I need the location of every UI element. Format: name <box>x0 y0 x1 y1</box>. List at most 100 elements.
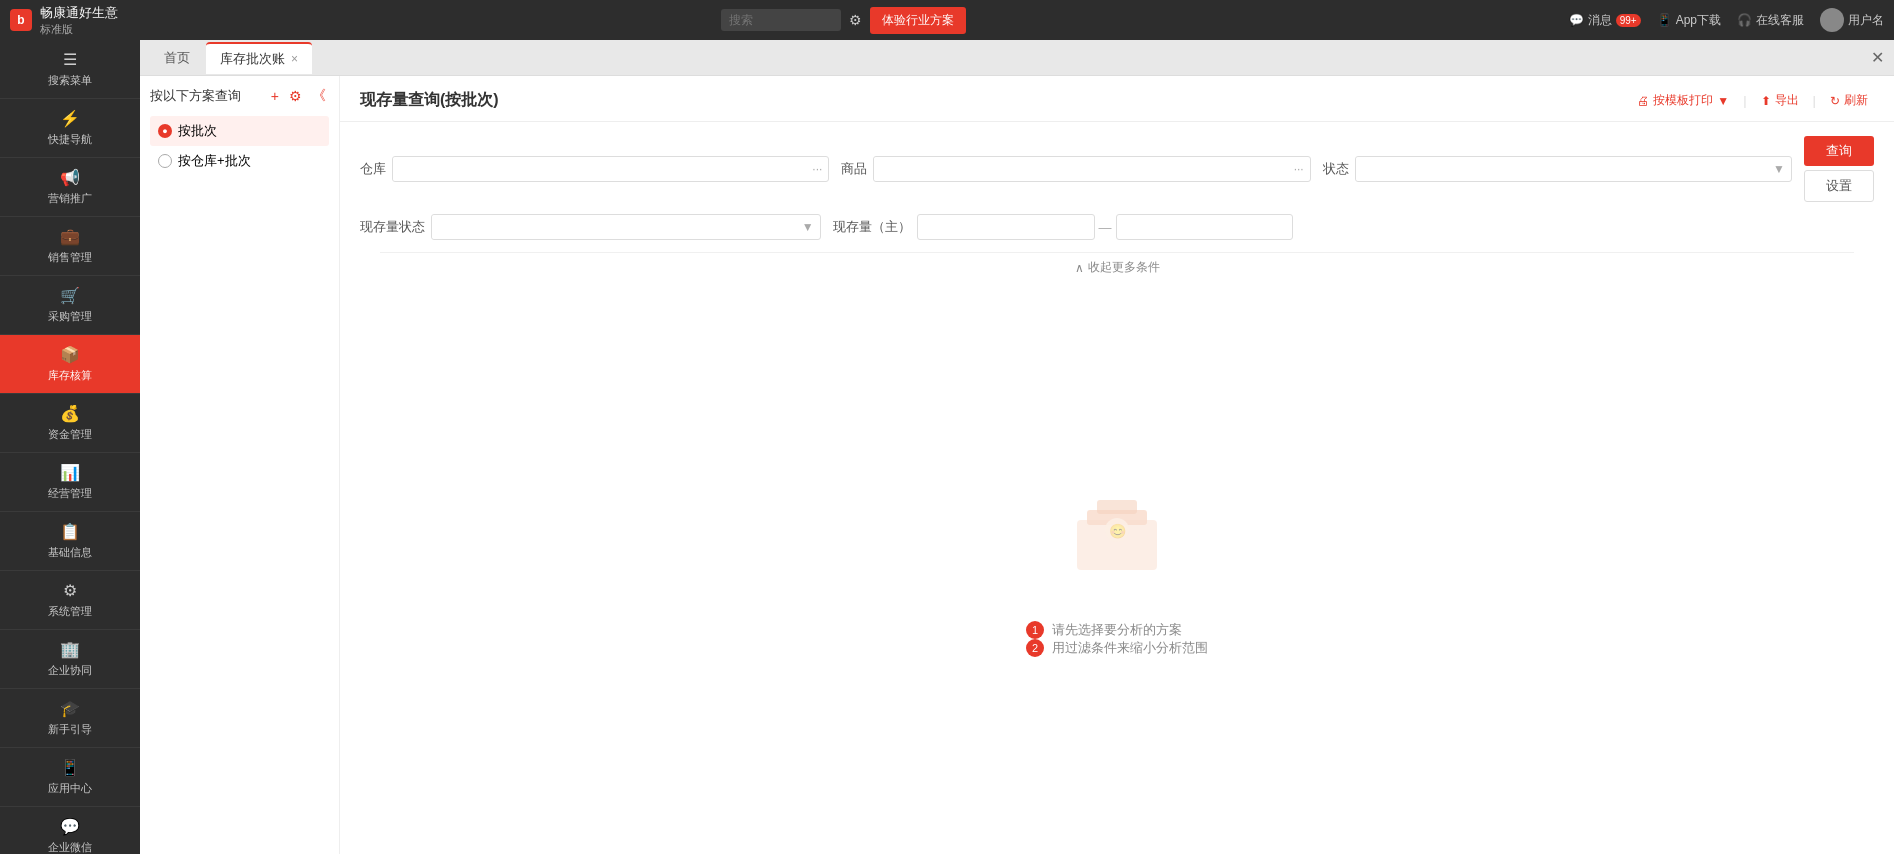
stock-qty-label: 现存量（主） <box>833 218 911 236</box>
status-dropdown-icon[interactable]: ▼ <box>1767 158 1791 180</box>
sidebar-item-sales[interactable]: 💼 销售管理 <box>0 217 140 276</box>
collapse-icon: ∧ <box>1075 261 1084 275</box>
sidebar-item-wx[interactable]: 💬 企业微信 <box>0 807 140 854</box>
sidebar-icon-sales: 💼 <box>60 227 80 246</box>
refresh-button[interactable]: ↻ 刷新 <box>1824 88 1874 113</box>
sidebar-item-purchase[interactable]: 🛒 采购管理 <box>0 276 140 335</box>
scheme-item-batch[interactable]: ● 按批次 <box>150 116 329 146</box>
sidebar-icon-wx: 💬 <box>60 817 80 836</box>
stock-status-input[interactable] <box>432 215 796 239</box>
refresh-icon: ↻ <box>1830 94 1840 108</box>
message-button[interactable]: 💬 消息 99+ <box>1569 12 1641 29</box>
tip-number-1: 1 <box>1026 621 1044 639</box>
stock-status-wrapper: ▼ <box>431 214 821 240</box>
warehouse-more-icon[interactable]: ··· <box>806 158 828 180</box>
sidebar-icon-inventory: 📦 <box>60 345 80 364</box>
search-input[interactable] <box>721 9 841 31</box>
tab-close-button[interactable]: ✕ <box>1871 48 1884 67</box>
sidebar: ☰ 搜索菜单 ⚡ 快捷导航 📢 营销推广 💼 销售管理 🛒 采购管理 📦 库存核… <box>0 40 140 854</box>
sidebar-item-inventory[interactable]: 📦 库存核算 <box>0 335 140 394</box>
sidebar-label-marketing: 营销推广 <box>48 191 92 206</box>
scheme-item-warehouse-batch[interactable]: 按仓库+批次 <box>150 146 329 176</box>
sidebar-icon-basic-info: 📋 <box>60 522 80 541</box>
sidebar-label-quick-nav: 快捷导航 <box>48 132 92 147</box>
message-label: 消息 <box>1588 12 1612 29</box>
tab-home[interactable]: 首页 <box>150 43 204 73</box>
scheme-dot-warehouse-batch <box>158 154 172 168</box>
stock-status-dropdown-icon[interactable]: ▼ <box>796 216 820 238</box>
sidebar-item-app-center[interactable]: 📱 应用中心 <box>0 748 140 807</box>
stock-qty-to[interactable] <box>1116 214 1294 240</box>
svg-text:😊: 😊 <box>1109 523 1127 540</box>
headset-icon: 🎧 <box>1737 13 1752 27</box>
user-name: 用户名 <box>1848 12 1884 29</box>
status-input[interactable] <box>1356 157 1767 181</box>
sidebar-item-finance[interactable]: 💰 资金管理 <box>0 394 140 453</box>
sidebar-item-operations[interactable]: 📊 经营管理 <box>0 453 140 512</box>
page-content: 按以下方案查询 + ⚙ 《 ● 按批次 按仓库+批次 现存量查询(按批次) <box>140 76 1894 854</box>
scheme-settings-button[interactable]: ⚙ <box>286 87 305 105</box>
app-download-button[interactable]: 📱 App下载 <box>1657 12 1721 29</box>
sidebar-item-quick-nav[interactable]: ⚡ 快捷导航 <box>0 99 140 158</box>
sidebar-icon-marketing: 📢 <box>60 168 80 187</box>
tab-inventory-batch[interactable]: 库存批次账 × <box>206 42 312 74</box>
main-layout: ☰ 搜索菜单 ⚡ 快捷导航 📢 营销推广 💼 销售管理 🛒 采购管理 📦 库存核… <box>0 40 1894 854</box>
sidebar-item-enterprise[interactable]: 🏢 企业协同 <box>0 630 140 689</box>
sidebar-item-system[interactable]: ⚙ 系统管理 <box>0 571 140 630</box>
collapse-panel-button[interactable]: 《 <box>309 86 329 106</box>
app-info: 畅康通好生意 标准版 <box>40 4 118 37</box>
collapse-row[interactable]: ∧ 收起更多条件 <box>380 252 1854 282</box>
sidebar-item-newbie[interactable]: 🎓 新手引导 <box>0 689 140 748</box>
sidebar-item-search-menu[interactable]: ☰ 搜索菜单 <box>0 40 140 99</box>
sidebar-label-newbie: 新手引导 <box>48 722 92 737</box>
left-panel: 按以下方案查询 + ⚙ 《 ● 按批次 按仓库+批次 <box>140 76 340 854</box>
sidebar-icon-purchase: 🛒 <box>60 286 80 305</box>
online-service-button[interactable]: 🎧 在线客服 <box>1737 12 1804 29</box>
page-header: 现存量查询(按批次) 🖨 按模板打印 ▼ | ⬆ 导出 | <box>340 76 1894 122</box>
print-dropdown-icon: ▼ <box>1717 94 1729 108</box>
print-button[interactable]: 🖨 按模板打印 ▼ <box>1631 88 1735 113</box>
product-input[interactable] <box>874 157 1287 181</box>
product-more-icon[interactable]: ··· <box>1288 158 1310 180</box>
sidebar-label-purchase: 采购管理 <box>48 309 92 324</box>
export-label: 导出 <box>1775 92 1799 109</box>
stock-qty-from[interactable] <box>917 214 1095 240</box>
sidebar-item-marketing[interactable]: 📢 营销推广 <box>0 158 140 217</box>
content-area: 首页库存批次账 × ✕ 按以下方案查询 + ⚙ 《 ● 按批次 按仓库+批次 <box>140 40 1894 854</box>
query-button[interactable]: 查询 <box>1804 136 1874 166</box>
export-button[interactable]: ⬆ 导出 <box>1755 88 1805 113</box>
warehouse-input-wrapper: ··· <box>392 156 829 182</box>
sidebar-label-operations: 经营管理 <box>48 486 92 501</box>
gear-icon[interactable]: ⚙ <box>849 12 862 28</box>
message-icon: 💬 <box>1569 13 1584 27</box>
status-label: 状态 <box>1323 160 1349 178</box>
message-badge: 99+ <box>1616 14 1641 27</box>
scheme-label-warehouse-batch: 按仓库+批次 <box>178 152 251 170</box>
product-label: 商品 <box>841 160 867 178</box>
divider2: | <box>1813 93 1816 108</box>
user-menu[interactable]: 用户名 <box>1820 8 1884 32</box>
filter-row-2: 现存量状态 ▼ 现存量（主） — <box>360 214 1874 240</box>
warehouse-filter: 仓库 ··· <box>360 156 829 182</box>
topbar: b 畅康通好生意 标准版 ⚙ 体验行业方案 💬 消息 99+ 📱 App下载 🎧… <box>0 0 1894 40</box>
app-download-label: App下载 <box>1676 12 1721 29</box>
add-scheme-button[interactable]: + <box>268 87 282 105</box>
page-header-actions: 🖨 按模板打印 ▼ | ⬆ 导出 | ↻ 刷新 <box>1631 88 1874 113</box>
warehouse-input[interactable] <box>393 157 806 181</box>
left-panel-actions: + ⚙ 《 <box>268 86 329 106</box>
sidebar-label-finance: 资金管理 <box>48 427 92 442</box>
tab-label-inventory-batch: 库存批次账 <box>220 50 285 68</box>
tab-close-inventory-batch[interactable]: × <box>291 52 298 66</box>
empty-tip-1: 1 请先选择要分析的方案 <box>1026 621 1208 639</box>
experience-button[interactable]: 体验行业方案 <box>870 7 966 34</box>
sidebar-item-basic-info[interactable]: 📋 基础信息 <box>0 512 140 571</box>
app-logo: b <box>10 9 32 31</box>
filter-row-1: 仓库 ··· 商品 ··· <box>360 136 1874 202</box>
product-filter: 商品 ··· <box>841 156 1310 182</box>
empty-state: 😊 1 请先选择要分析的方案 2 用过滤条件来缩小分析范围 <box>340 282 1894 854</box>
topbar-right: 💬 消息 99+ 📱 App下载 🎧 在线客服 用户名 <box>1569 8 1884 32</box>
filter-settings-button[interactable]: 设置 <box>1804 170 1874 202</box>
app-download-icon: 📱 <box>1657 13 1672 27</box>
page-title: 现存量查询(按批次) <box>360 90 499 111</box>
divider: | <box>1743 93 1746 108</box>
